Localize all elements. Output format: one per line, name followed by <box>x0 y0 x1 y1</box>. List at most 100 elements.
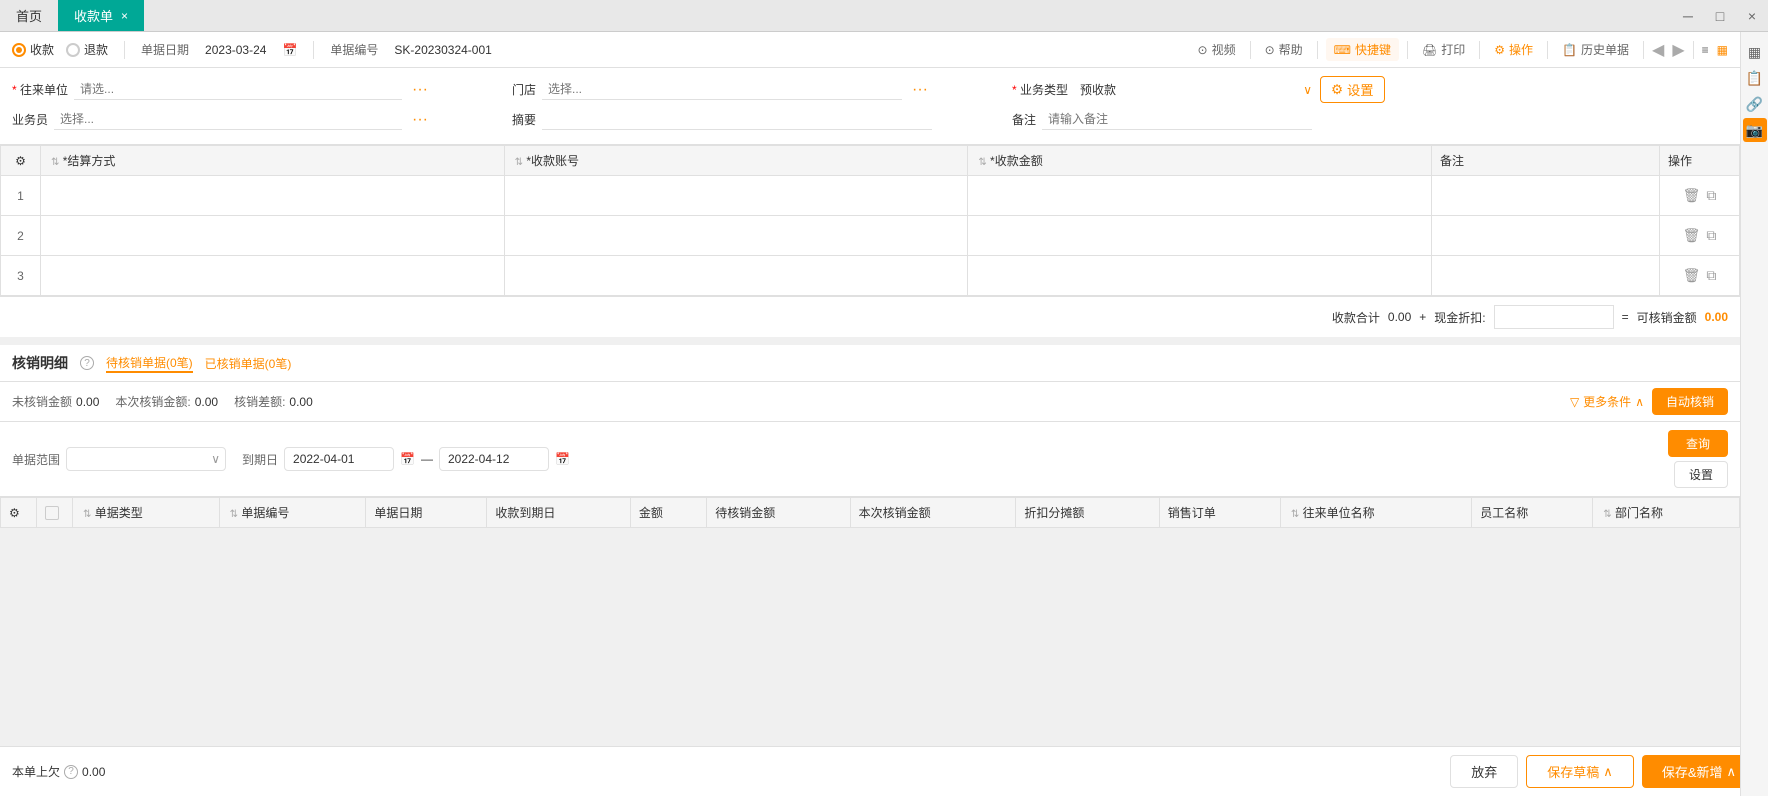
row-2-amount[interactable] <box>968 216 1432 256</box>
table-gear-cell[interactable]: ⚙ <box>1 146 41 176</box>
discount-input[interactable] <box>1494 305 1614 329</box>
help-btn[interactable]: ⊙ 帮助 <box>1259 39 1309 60</box>
row-1-remark[interactable] <box>1431 176 1659 216</box>
verify-tab-pending[interactable]: 待核销单据(0笔) <box>106 354 193 373</box>
range-select[interactable] <box>66 447 226 471</box>
select-all-checkbox[interactable] <box>45 506 59 520</box>
sidebar-icon-camera[interactable]: 📷 <box>1743 118 1767 142</box>
verify-tab-done[interactable]: 已核销单据(0笔) <box>205 355 292 372</box>
sidebar-icon-table[interactable]: ▦ <box>1743 40 1767 64</box>
date-to-input[interactable] <box>439 447 549 471</box>
row-3-account[interactable] <box>504 256 968 296</box>
counterpart-label: * 往来单位 <box>12 81 68 98</box>
table-gear-icon: ⚙ <box>15 154 26 168</box>
row-2-remark[interactable] <box>1431 216 1659 256</box>
settings-button[interactable]: ⚙ 设置 <box>1320 76 1385 103</box>
minimize-button[interactable]: ─ <box>1672 0 1704 32</box>
counterpart-more-icon[interactable]: ··· <box>408 81 432 99</box>
th-gear[interactable]: ⚙ <box>1 498 37 528</box>
footer-info-icon[interactable]: ? <box>64 765 78 779</box>
sidebar-icon-doc[interactable]: 📋 <box>1743 66 1767 90</box>
summary-field: 摘要 <box>512 109 932 130</box>
tab-receipt[interactable]: 收款单 × <box>58 0 144 31</box>
remark-input[interactable] <box>1042 109 1312 130</box>
tab-close-icon[interactable]: × <box>121 9 128 23</box>
counterpart-input[interactable] <box>74 79 402 100</box>
date-from-input[interactable] <box>284 447 394 471</box>
query-button[interactable]: 查询 <box>1668 430 1728 457</box>
verify-right: ▽ 更多条件 ∧ 自动核销 <box>1570 388 1728 415</box>
th-counterpart-name: ⇅ 往来单位名称 <box>1280 498 1471 528</box>
sort-icon-account: ⇅ <box>515 157 523 168</box>
save-draft-button[interactable]: 保存草稿 ∧ <box>1526 755 1634 788</box>
verify-section: 核销明细 ? 待核销单据(0笔) 已核销单据(0笔) 未核销金额 0.00 本次… <box>0 345 1740 528</box>
close-button[interactable]: × <box>1736 0 1768 32</box>
row-2-copy-icon[interactable]: ⧉ <box>1706 227 1716 244</box>
row-1-action-icons: 🗑 ⧉ <box>1668 187 1731 204</box>
divider-5 <box>1407 41 1408 59</box>
equals-sign: = <box>1622 310 1629 324</box>
row-1-account[interactable] <box>504 176 968 216</box>
summary-input[interactable] <box>542 109 932 130</box>
store-field: 门店 ··· <box>512 79 932 100</box>
row-1-delete-icon[interactable]: 🗑 <box>1683 187 1701 204</box>
row-1-settlement[interactable] <box>41 176 505 216</box>
row-2-account[interactable] <box>504 216 968 256</box>
date-from-calendar-icon[interactable]: 📅 <box>400 452 415 466</box>
row-2-delete-icon[interactable]: 🗑 <box>1683 227 1701 244</box>
right-sidebar: ▦ 📋 🔗 📷 <box>1740 32 1768 796</box>
gear-icon: ⚙ <box>1331 82 1343 98</box>
divider-6 <box>1479 41 1480 59</box>
grid-icon[interactable]: ▦ <box>1717 43 1728 57</box>
row-num-2: 2 <box>1 216 41 256</box>
verify-info-icon[interactable]: ? <box>80 356 94 370</box>
save-new-button[interactable]: 保存&新增 ∧ <box>1642 755 1756 788</box>
nav-right-icon[interactable]: ▶ <box>1672 40 1684 60</box>
row-3-copy-icon[interactable]: ⧉ <box>1706 267 1716 284</box>
tab-home[interactable]: 首页 <box>0 0 58 31</box>
salesperson-more-icon[interactable]: ··· <box>408 111 432 129</box>
receipt-type-group: 收款 退款 <box>12 41 108 58</box>
list-icon[interactable]: ≡ <box>1702 43 1709 57</box>
business-type-dropdown-icon[interactable]: ∨ <box>1303 83 1312 97</box>
table-header: ⚙ ⇅ *结算方式 ⇅ *收款账号 ⇅ *收款金额 备注 操作 <box>1 146 1740 176</box>
row-1-amount[interactable] <box>968 176 1432 216</box>
maximize-button[interactable]: □ <box>1704 0 1736 32</box>
filter-settings-button[interactable]: 设置 <box>1674 461 1728 488</box>
video-btn[interactable]: ⊙ 视频 <box>1192 39 1242 60</box>
shortcut-btn[interactable]: ⌨ 快捷键 <box>1326 38 1399 61</box>
row-3-amount[interactable] <box>968 256 1432 296</box>
auto-cancel-button[interactable]: 自动核销 <box>1652 388 1728 415</box>
row-1-action: 🗑 ⧉ <box>1660 176 1740 216</box>
row-3-action-icons: 🗑 ⧉ <box>1668 267 1731 284</box>
store-more-icon[interactable]: ··· <box>908 81 932 99</box>
row-3-delete-icon[interactable]: 🗑 <box>1683 267 1701 284</box>
more-conditions-btn[interactable]: ▽ 更多条件 ∧ <box>1570 393 1644 410</box>
date-to-calendar-icon[interactable]: 📅 <box>555 452 570 466</box>
th-doc-number: ⇅ 单据编号 <box>219 498 366 528</box>
row-3-settlement[interactable] <box>41 256 505 296</box>
operation-btn[interactable]: ⚙ 操作 <box>1488 39 1539 60</box>
verify-title: 核销明细 <box>12 353 68 373</box>
range-label: 单据范围 <box>12 451 60 468</box>
date-value[interactable]: 2023-03-24 <box>205 43 266 57</box>
radio-receipt[interactable]: 收款 <box>12 41 54 58</box>
print-btn[interactable]: 🖨 打印 <box>1416 39 1471 60</box>
th-account: ⇅ *收款账号 <box>504 146 968 176</box>
salesperson-input[interactable] <box>54 109 402 130</box>
th-employee: 员工名称 <box>1472 498 1593 528</box>
th-checkbox[interactable] <box>37 498 73 528</box>
row-2-action: 🗑 ⧉ <box>1660 216 1740 256</box>
nav-left-icon[interactable]: ◀ <box>1652 40 1664 60</box>
row-2-settlement[interactable] <box>41 216 505 256</box>
row-3-remark[interactable] <box>1431 256 1659 296</box>
row-1-copy-icon[interactable]: ⧉ <box>1706 187 1716 204</box>
store-input[interactable] <box>542 79 902 100</box>
history-btn[interactable]: 📋 历史单据 <box>1556 39 1635 60</box>
radio-refund[interactable]: 退款 <box>66 41 108 58</box>
sidebar-icon-link[interactable]: 🔗 <box>1743 92 1767 116</box>
abandon-button[interactable]: 放弃 <box>1450 755 1518 788</box>
bottom-gear-icon: ⚙ <box>9 506 20 520</box>
calendar-icon[interactable]: 📅 <box>282 43 297 57</box>
verify-table: ⚙ ⇅ 单据类型 ⇅ 单据编号 单据日期 收款到期日 金额 <box>0 497 1740 528</box>
